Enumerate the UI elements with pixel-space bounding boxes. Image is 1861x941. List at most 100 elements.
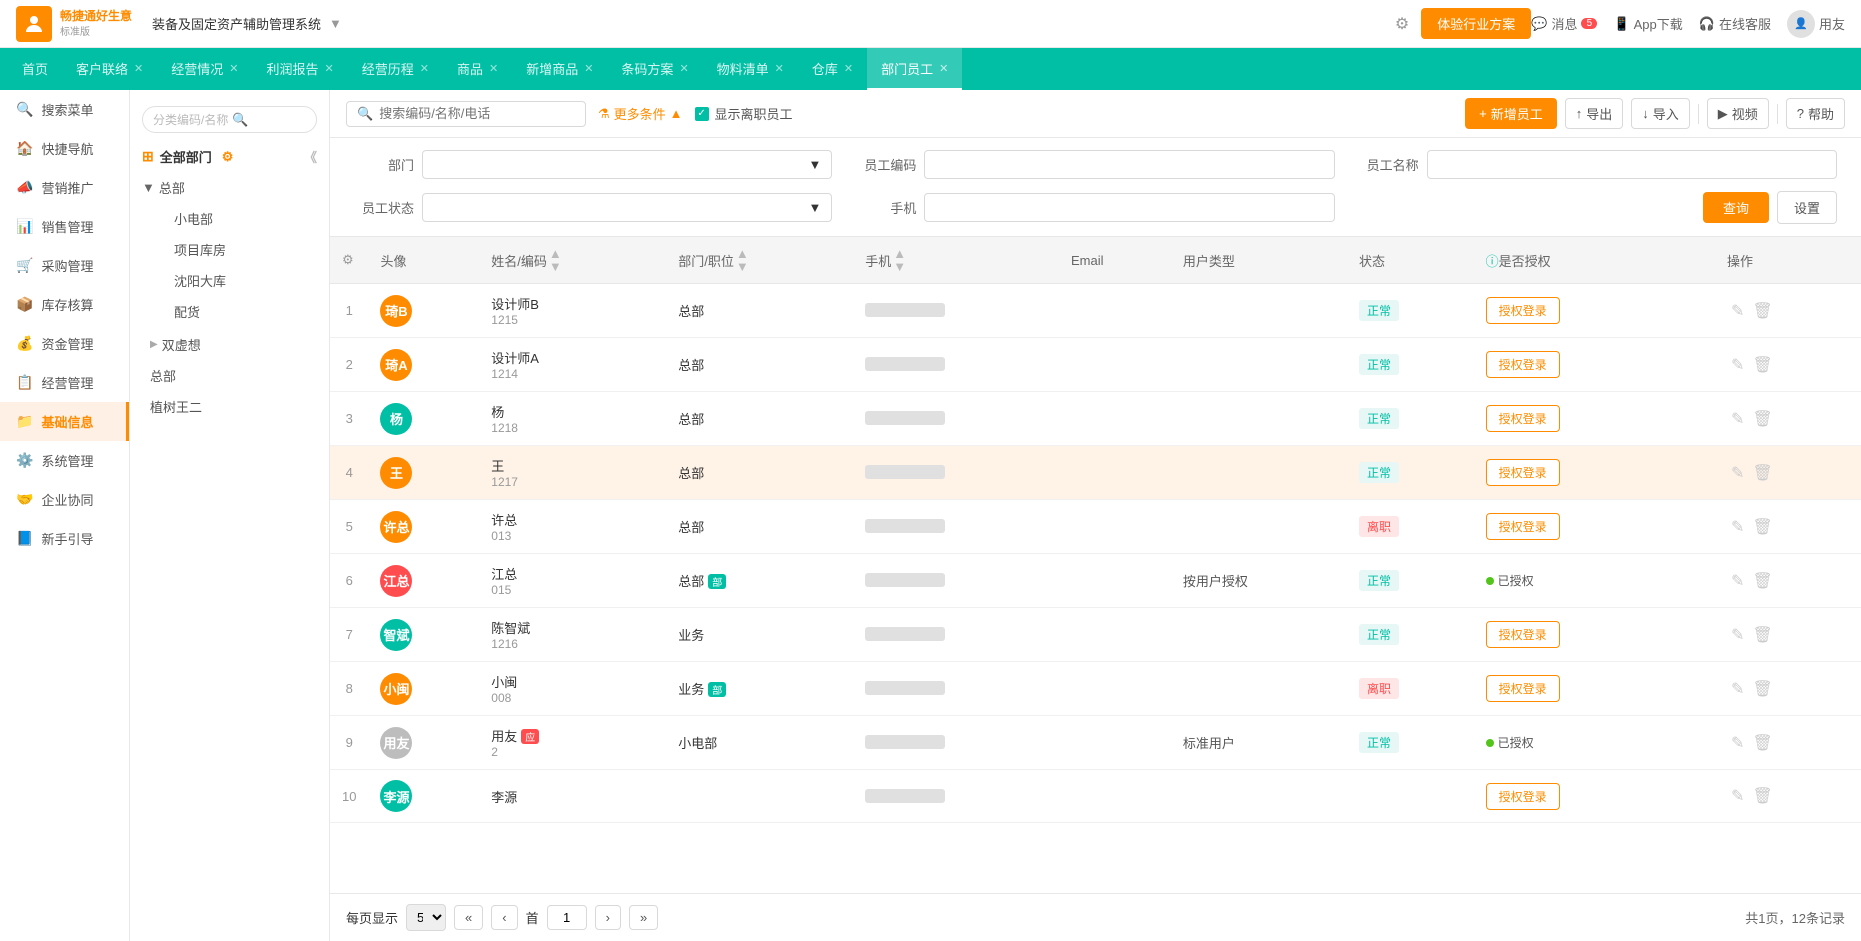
tab-close-icon[interactable]: ✕: [775, 62, 784, 75]
tab-customers[interactable]: 客户联络 ✕: [62, 48, 157, 90]
add-employee-button[interactable]: + 新增员工: [1465, 98, 1557, 129]
dept-search-input[interactable]: 分类编码/名称 🔍: [142, 106, 317, 133]
delete-button[interactable]: 🗑: [1748, 788, 1776, 805]
show-resigned-toggle[interactable]: ✓ 显示离职员工: [695, 104, 793, 123]
dept-general-title[interactable]: ▼ 总部: [130, 172, 329, 203]
message-button[interactable]: 💬 消息 5: [1531, 14, 1597, 33]
search-input-wrap[interactable]: 🔍: [346, 101, 586, 127]
tab-close-icon[interactable]: ✕: [844, 62, 853, 75]
dept-node-zsw[interactable]: 植树王二: [130, 391, 329, 422]
adv-status-select[interactable]: ▼: [422, 193, 832, 222]
sidebar-item-system[interactable]: ⚙️ 系统管理: [0, 441, 129, 480]
auth-button[interactable]: 授权登录: [1486, 621, 1560, 648]
th-settings[interactable]: ⚙: [330, 237, 368, 284]
last-page-button[interactable]: »: [629, 905, 658, 930]
app-download-button[interactable]: 📱 App下载: [1613, 14, 1682, 33]
system-dropdown-arrow[interactable]: ▼: [329, 16, 342, 31]
tab-business-process[interactable]: 经营历程 ✕: [348, 48, 443, 90]
dept-node-syd[interactable]: 沈阳大库: [142, 265, 329, 296]
edit-button[interactable]: ✎: [1727, 788, 1748, 805]
auth-button[interactable]: 授权登录: [1486, 297, 1560, 324]
trial-button[interactable]: 体验行业方案: [1421, 8, 1531, 39]
query-button[interactable]: 查询: [1703, 192, 1769, 223]
delete-button[interactable]: 🗑: [1748, 735, 1776, 752]
edit-button[interactable]: ✎: [1727, 519, 1748, 536]
tab-goods[interactable]: 商品 ✕: [443, 48, 512, 90]
sidebar-item-guide[interactable]: 📘 新手引导: [0, 519, 129, 558]
video-button[interactable]: ▶ 视频: [1707, 98, 1769, 129]
auth-button[interactable]: 授权登录: [1486, 783, 1560, 810]
dept-setting-icon[interactable]: ⚙: [222, 149, 234, 165]
tab-add-goods[interactable]: 新增商品 ✕: [512, 48, 607, 90]
dept-all-title[interactable]: ⊞ 全部部门 ⚙ 《: [130, 141, 329, 172]
first-page-button[interactable]: «: [454, 905, 483, 930]
tab-close-icon[interactable]: ✕: [584, 62, 593, 75]
adv-dept-select[interactable]: ▼: [422, 150, 832, 179]
auth-button[interactable]: 授权登录: [1486, 351, 1560, 378]
edit-button[interactable]: ✎: [1727, 465, 1748, 482]
tab-close-icon[interactable]: ✕: [489, 62, 498, 75]
tab-business-status[interactable]: 经营情况 ✕: [157, 48, 252, 90]
th-name-code[interactable]: 姓名/编码 ▲▼: [479, 237, 666, 284]
page-number-input[interactable]: [547, 905, 587, 930]
auth-button[interactable]: 授权登录: [1486, 513, 1560, 540]
delete-button[interactable]: 🗑: [1748, 519, 1776, 536]
tab-close-icon[interactable]: ✕: [229, 62, 238, 75]
edit-button[interactable]: ✎: [1727, 411, 1748, 428]
tab-bom[interactable]: 物料清单 ✕: [703, 48, 798, 90]
search-input[interactable]: [379, 106, 559, 121]
tab-profit-report[interactable]: 利润报告 ✕: [252, 48, 347, 90]
adv-phone-input[interactable]: [924, 193, 1334, 222]
export-button[interactable]: ↑ 导出: [1565, 98, 1624, 129]
adv-emp-name-input[interactable]: [1427, 150, 1837, 179]
sort-name-icon[interactable]: 姓名/编码 ▲▼: [491, 247, 562, 273]
delete-button[interactable]: 🗑: [1748, 465, 1776, 482]
sort-dept-icon[interactable]: 部门/职位 ▲▼: [678, 247, 749, 273]
dept-node-sxx[interactable]: ▶ 双虚想: [130, 329, 329, 360]
sidebar-item-basic[interactable]: 📁 基础信息: [0, 402, 129, 441]
dept-node-xmkf[interactable]: 项目库房: [142, 234, 329, 265]
tab-close-icon[interactable]: ✕: [134, 62, 143, 75]
edit-button[interactable]: ✎: [1727, 627, 1748, 644]
tab-dept-employees[interactable]: 部门员工 ✕: [867, 48, 962, 90]
tab-warehouse[interactable]: 仓库 ✕: [798, 48, 867, 90]
sidebar-item-marketing[interactable]: 📣 营销推广: [0, 168, 129, 207]
user-menu[interactable]: 👤 用友: [1787, 10, 1845, 38]
adv-emp-code-input[interactable]: [924, 150, 1334, 179]
prev-page-button[interactable]: ‹: [491, 905, 517, 930]
th-dept-pos[interactable]: 部门/职位 ▲▼: [666, 237, 853, 284]
import-button[interactable]: ↓ 导入: [1631, 98, 1690, 129]
auth-button[interactable]: 授权登录: [1486, 459, 1560, 486]
sidebar-item-sales[interactable]: 📊 销售管理: [0, 207, 129, 246]
filter-more-button[interactable]: ⚗ 更多条件 ▲: [598, 104, 683, 123]
checkbox-show-resigned[interactable]: ✓: [695, 107, 709, 121]
settings-icon[interactable]: ⚙: [342, 252, 354, 267]
tab-home[interactable]: 首页: [8, 48, 62, 90]
sidebar-item-inventory[interactable]: 📦 库存核算: [0, 285, 129, 324]
tab-close-icon[interactable]: ✕: [939, 62, 948, 75]
next-page-button[interactable]: ›: [595, 905, 621, 930]
sidebar-item-collab[interactable]: 🤝 企业协同: [0, 480, 129, 519]
sidebar-item-nav[interactable]: 🏠 快捷导航: [0, 129, 129, 168]
delete-button[interactable]: 🗑: [1748, 573, 1776, 590]
tab-close-icon[interactable]: ✕: [420, 62, 429, 75]
delete-button[interactable]: 🗑: [1748, 627, 1776, 644]
set-button[interactable]: 设置: [1777, 191, 1837, 224]
edit-button[interactable]: ✎: [1727, 573, 1748, 590]
tab-close-icon[interactable]: ✕: [679, 62, 688, 75]
delete-button[interactable]: 🗑: [1748, 681, 1776, 698]
dept-node-zb[interactable]: 总部: [130, 360, 329, 391]
gear-button[interactable]: ⚙: [1383, 14, 1421, 34]
edit-button[interactable]: ✎: [1727, 735, 1748, 752]
per-page-select[interactable]: 50 100 200: [406, 904, 446, 931]
th-phone[interactable]: 手机 ▲▼: [853, 237, 1059, 284]
tab-close-icon[interactable]: ✕: [325, 62, 334, 75]
online-service-button[interactable]: 🎧 在线客服: [1699, 14, 1771, 33]
dept-collapse-icon[interactable]: 《: [304, 147, 317, 166]
help-button[interactable]: ? 帮助: [1786, 98, 1845, 129]
delete-button[interactable]: 🗑: [1748, 357, 1776, 374]
delete-button[interactable]: 🗑: [1748, 411, 1776, 428]
dept-node-xd[interactable]: 小电部: [142, 203, 329, 234]
edit-button[interactable]: ✎: [1727, 303, 1748, 320]
sort-phone-icon[interactable]: 手机 ▲▼: [865, 247, 906, 273]
